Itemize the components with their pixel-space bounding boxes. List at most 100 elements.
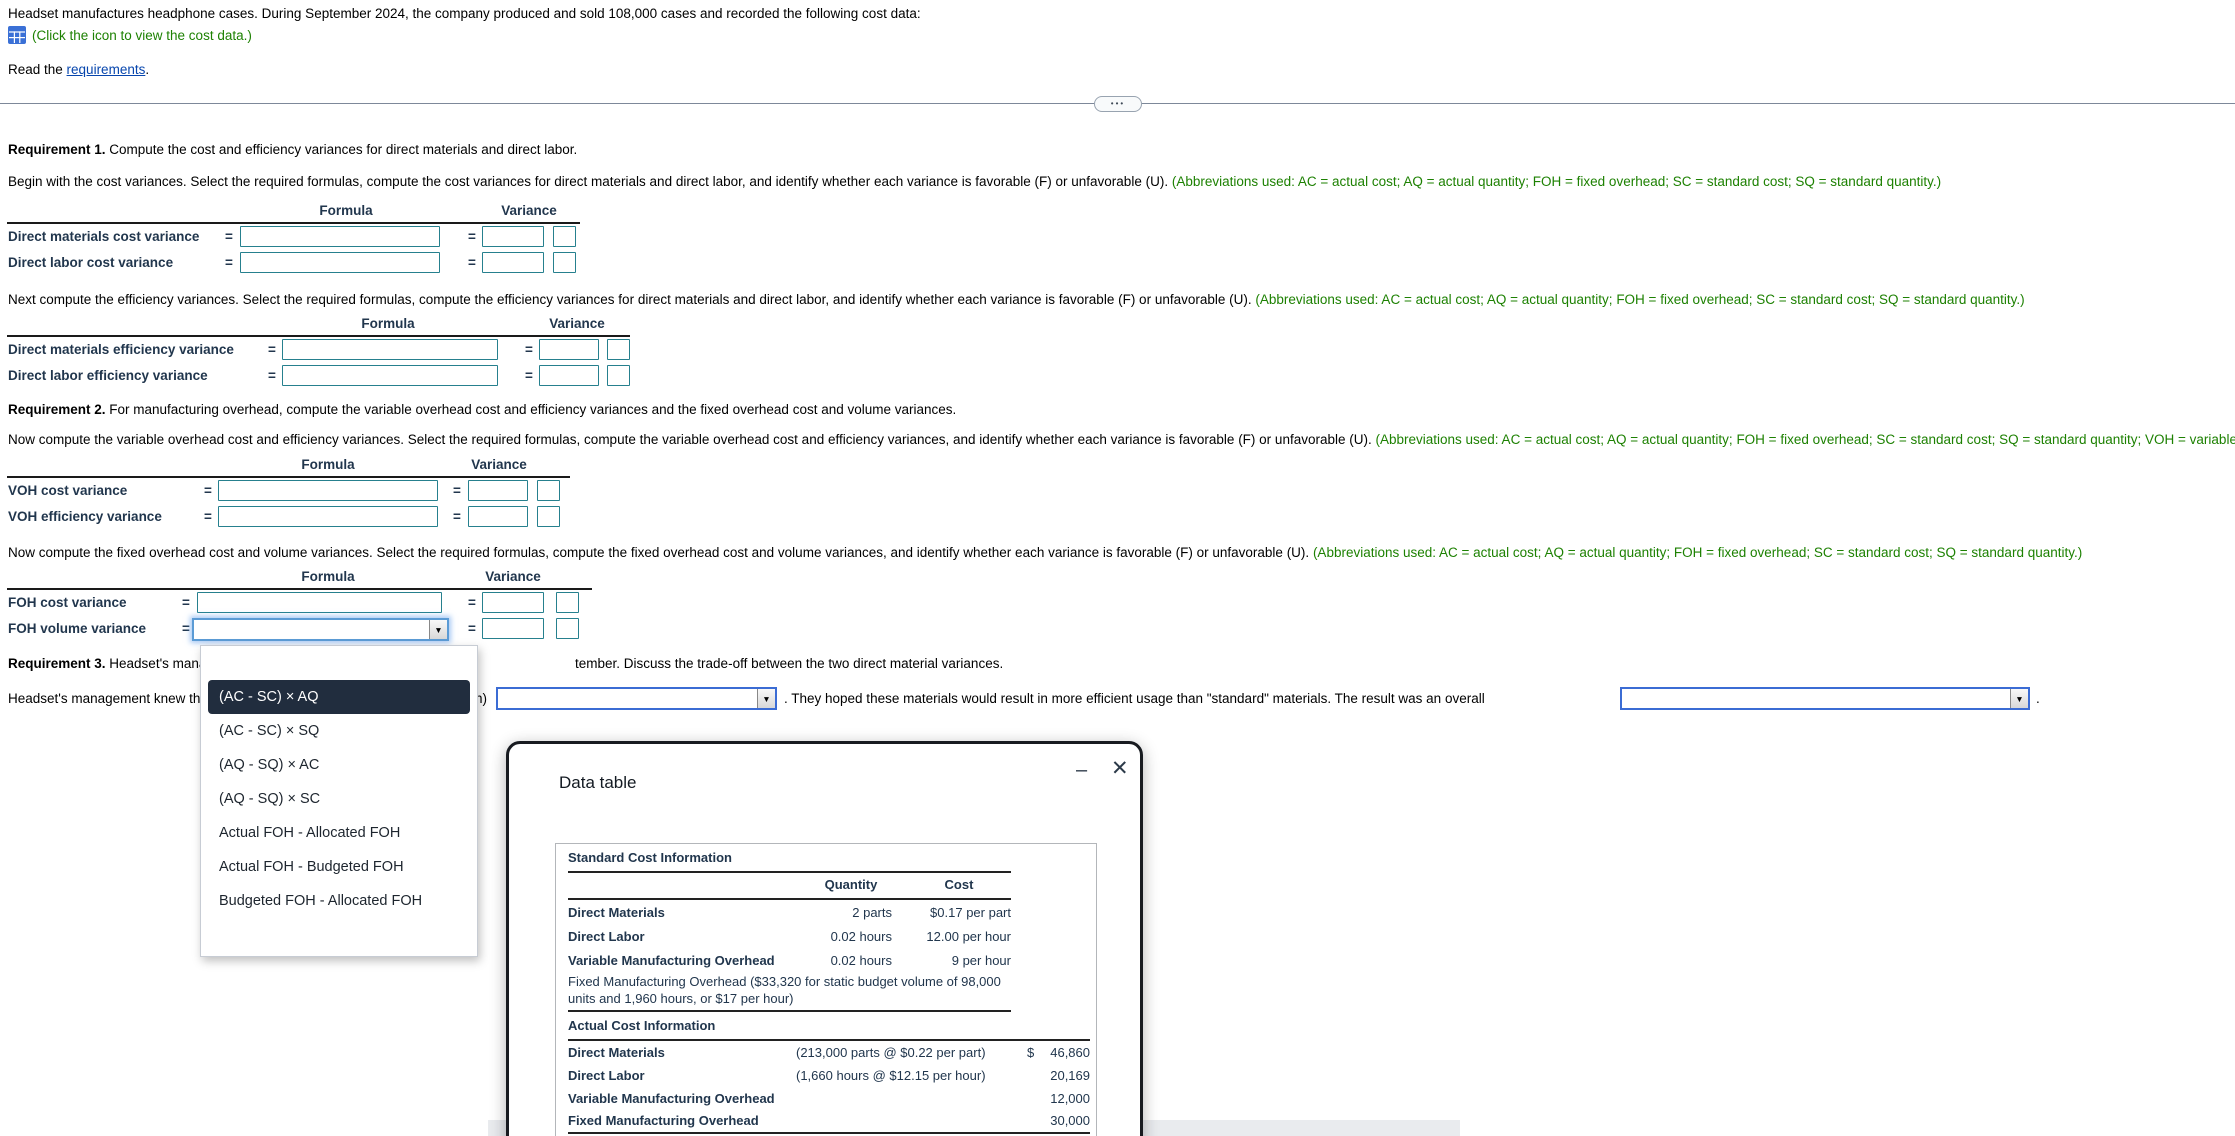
dl-cost-fu-input[interactable] [553,252,576,273]
act-row-amount: 20,169 [1050,1068,1090,1083]
dm-cost-fu-input[interactable] [553,226,576,247]
formula-dropdown-menu: (AC - SC) × AQ (AC - SC) × SQ (AQ - SQ) … [200,645,478,957]
fixed-overhead-note: Fixed Manufacturing Overhead ($33,320 fo… [568,974,1001,1006]
requirement2-text: For manufacturing overhead, compute the … [105,402,957,417]
requirement3-label: Requirement 3. [8,656,106,671]
dropdown-option[interactable]: (AC - SC) × SQ [201,714,477,748]
equals-sign: = [182,621,190,636]
std-row-cost: 12.00 per hour [926,929,1011,944]
act-row-amount: 12,000 [1050,1091,1090,1106]
foh-cost-fu-input[interactable] [556,592,579,613]
std-row-qty: 2 parts [852,905,892,920]
minimize-button[interactable]: – [1076,760,1087,780]
formula-column-header: Formula [319,203,373,218]
row-label-foh-volume: FOH volume variance [8,621,147,636]
requirement1-text: Compute the cost and efficiency variance… [105,142,578,157]
std-row-qty: 0.02 hours [830,953,892,968]
standard-cost-heading: Standard Cost Information [568,850,732,865]
divider-ellipsis-button[interactable]: ••• [1094,96,1142,112]
dropdown-option[interactable]: (AQ - SQ) × SC [201,782,477,816]
voh-cost-fu-input[interactable] [537,480,560,501]
table-header-rule [7,476,570,478]
row-label-dm-cost: Direct materials cost variance [8,229,200,244]
chevron-down-icon: ▼ [429,620,447,639]
row-label-voh-eff: VOH efficiency variance [8,509,162,524]
voh-eff-variance-input[interactable] [468,506,528,527]
equals-sign: = [225,255,233,270]
abbreviations-note: (Abbreviations used: AC = actual cost; A… [1312,545,2083,560]
act-row-amount: 46,860 [1050,1045,1090,1060]
modal-title: Data table [559,773,637,792]
std-row-cost: 9 per hour [951,953,1011,968]
cost-data-table: Standard Cost Information Quantity Cost … [555,843,1097,1136]
voh-cost-formula-input[interactable] [218,480,438,501]
equals-sign: = [268,342,276,357]
foh-cost-variance-input[interactable] [482,592,544,613]
table-rule [568,1039,1090,1041]
std-row-cost: $0.17 per part [930,905,1011,920]
dm-eff-variance-input[interactable] [539,339,599,360]
dl-eff-formula-input[interactable] [282,365,498,386]
data-table-modal: Data table – ✕ Standard Cost Information… [506,741,1143,1136]
requirement3-frag1: Headset's mana [105,656,207,671]
act-row-detail: (1,660 hours @ $12.15 per hour) [796,1068,986,1083]
voh-eff-fu-input[interactable] [537,506,560,527]
equals-sign: = [453,509,461,524]
dl-cost-formula-input[interactable] [240,252,440,273]
variance-column-header: Variance [549,316,605,331]
std-row-label: Direct Labor [568,929,645,944]
dropdown-option[interactable]: (AQ - SQ) × AC [201,748,477,782]
dropdown-option-selected[interactable]: (AC - SC) × AQ [208,680,470,714]
voh-cost-variance-input[interactable] [468,480,528,501]
req3-line2-frag3: . They hoped these materials would resul… [784,691,1485,706]
close-button[interactable]: ✕ [1111,758,1129,779]
variance-column-header: Variance [501,203,557,218]
equals-sign: = [225,229,233,244]
voh-instructions: Now compute the variable overhead cost a… [8,432,1376,447]
requirement2-label: Requirement 2. [8,402,106,417]
act-row-label: Fixed Manufacturing Overhead [568,1113,759,1128]
overall-variance-select[interactable]: ▼ [1620,687,2030,710]
formula-column-header: Formula [361,316,415,331]
actual-cost-heading: Actual Cost Information [568,1018,716,1033]
table-rule [568,871,1011,873]
materials-quality-select[interactable]: ▼ [496,687,777,710]
abbreviations-note: (Abbreviations used: AC = actual cost; A… [1255,292,2025,307]
equals-sign: = [468,229,476,244]
dropdown-option[interactable]: Budgeted FOH - Allocated FOH [201,884,477,918]
dm-cost-formula-input[interactable] [240,226,440,247]
read-the-text: Read the [8,62,67,77]
dm-cost-variance-input[interactable] [482,226,544,247]
foh-cost-formula-input[interactable] [197,592,442,613]
voh-eff-formula-input[interactable] [218,506,438,527]
foh-volume-formula-select[interactable]: ▼ [192,618,449,641]
requirement1-label: Requirement 1. [8,142,106,157]
cost-data-table-icon[interactable] [8,26,26,44]
dl-eff-fu-input[interactable] [607,365,630,386]
dm-eff-formula-input[interactable] [282,339,498,360]
read-the-period: . [145,62,150,77]
foh-volume-variance-input[interactable] [482,618,544,639]
chevron-down-icon: ▼ [757,689,775,708]
act-row-label: Direct Materials [568,1045,665,1060]
dropdown-option[interactable]: Actual FOH - Budgeted FOH [201,850,477,884]
dm-eff-fu-input[interactable] [607,339,630,360]
problem-page: Headset manufactures headphone cases. Du… [0,0,2235,1136]
requirements-link[interactable]: requirements [67,62,146,77]
foh-volume-fu-input[interactable] [556,618,579,639]
variance-column-header: Variance [485,569,541,584]
equals-sign: = [453,483,461,498]
dl-eff-variance-input[interactable] [539,365,599,386]
row-label-dl-eff: Direct labor efficiency variance [8,368,208,383]
dropdown-option[interactable]: Actual FOH - Allocated FOH [201,816,477,850]
equals-sign: = [204,509,212,524]
row-label-dl-cost: Direct labor cost variance [8,255,174,270]
cost-variances-instructions: Begin with the cost variances. Select th… [8,174,1172,189]
act-row-label: Direct Labor [568,1068,645,1083]
req3-line2-period: . [2036,691,2040,706]
act-row-detail: (213,000 parts @ $0.22 per part) [796,1045,986,1060]
intro-text: Headset manufactures headphone cases. Du… [8,6,921,21]
requirement3-frag2: tember. Discuss the trade-off between th… [575,656,1004,671]
dl-cost-variance-input[interactable] [482,252,544,273]
act-row-amount: 30,000 [1050,1113,1090,1128]
